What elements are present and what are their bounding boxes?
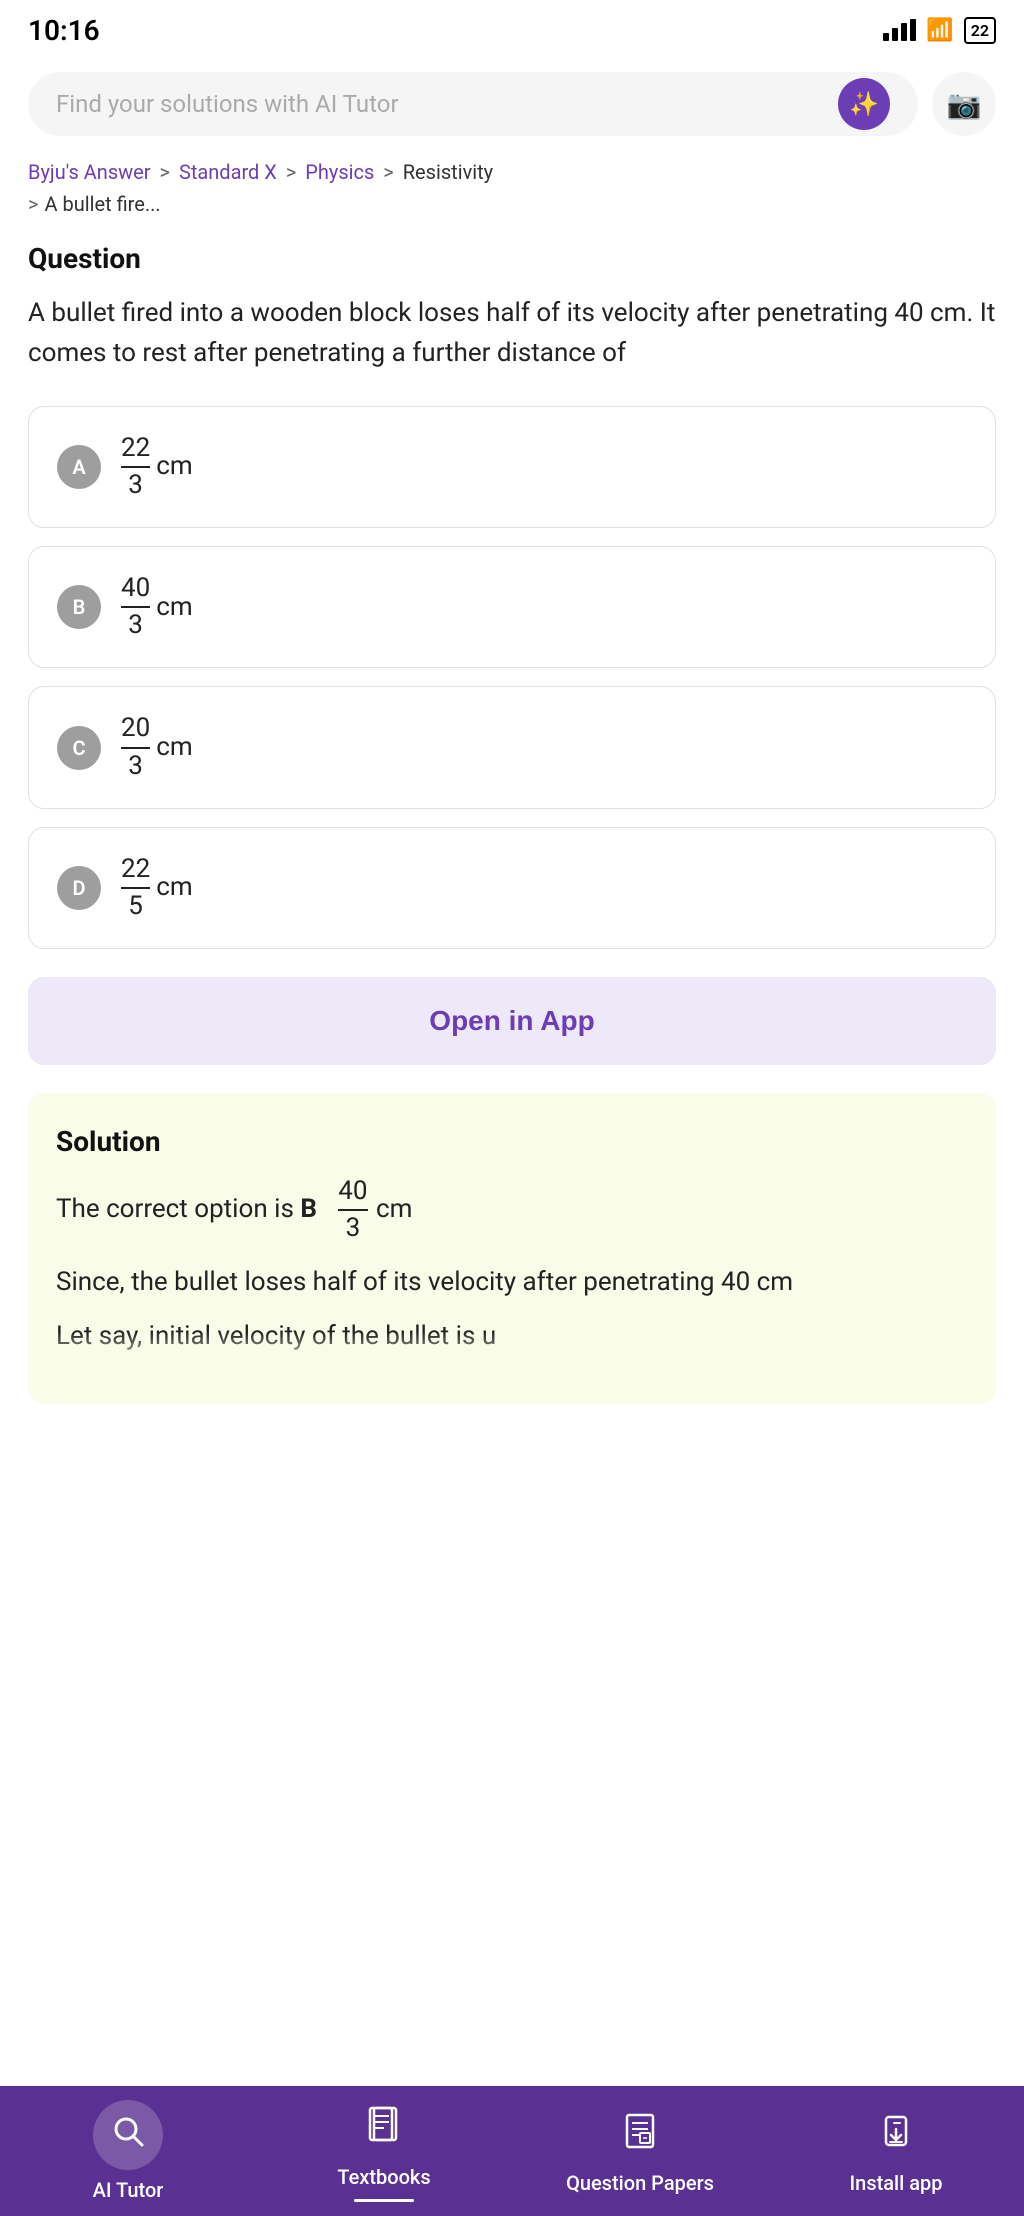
option-d-text: 22 5 cm: [121, 854, 193, 922]
search-placeholder: Find your solutions with AI Tutor: [56, 90, 824, 118]
question-papers-icon: [622, 2113, 658, 2158]
option-a-numerator: 22: [121, 433, 150, 468]
nav-textbooks-label: Textbooks: [337, 2165, 430, 2189]
solution-text: The correct option is B 40 3 cm Since, t…: [56, 1176, 968, 1372]
breadcrumb-physics[interactable]: Physics: [305, 160, 374, 184]
solution-section: Solution The correct option is B 40 3 cm…: [28, 1093, 996, 1404]
camera-icon: 📷: [947, 88, 982, 121]
option-d-badge: D: [57, 866, 101, 910]
open-app-button[interactable]: Open in App: [28, 977, 996, 1065]
question-papers-icon-wrap: [612, 2107, 668, 2163]
solution-frac-den: 3: [346, 1211, 361, 1244]
breadcrumb-sep4: >: [28, 192, 38, 216]
open-app-container: Open in App: [0, 949, 1024, 1093]
ai-search-icon: ✨: [849, 90, 879, 118]
ai-tutor-icon: [111, 2114, 145, 2157]
option-c-text: 20 3 cm: [121, 713, 193, 781]
question-section: Question A bullet fired into a wooden bl…: [0, 232, 1024, 374]
option-d-denominator: 5: [128, 889, 143, 922]
solution-line3: Let say, initial velocity of the bullet …: [56, 1316, 968, 1358]
breadcrumb-bullet[interactable]: A bullet fire...: [44, 192, 160, 216]
textbooks-underline: [354, 2199, 414, 2202]
nav-install-app[interactable]: Install app: [768, 2107, 1024, 2195]
option-d-numerator: 22: [121, 854, 150, 889]
option-c-fraction: 20 3: [121, 713, 150, 781]
wifi-icon: 📶: [926, 18, 953, 43]
breadcrumb-standard[interactable]: Standard X: [179, 160, 277, 184]
camera-button[interactable]: 📷: [932, 72, 996, 136]
install-app-icon: [878, 2113, 914, 2158]
solution-line2: Since, the bullet loses half of its velo…: [56, 1262, 968, 1304]
solution-label: Solution: [56, 1125, 968, 1158]
status-time: 10:16: [28, 14, 100, 47]
option-b-text: 40 3 cm: [121, 573, 193, 641]
breadcrumb-sep3: >: [383, 160, 393, 184]
option-a-fraction: 22 3: [121, 433, 150, 501]
install-app-icon-wrap: [868, 2107, 924, 2163]
nav-question-papers-label: Question Papers: [566, 2171, 714, 2195]
solution-correct-line: The correct option is B 40 3 cm: [56, 1176, 968, 1244]
open-app-label: Open in App: [429, 1005, 594, 1036]
option-a-denominator: 3: [128, 468, 143, 501]
option-c-denominator: 3: [128, 749, 143, 782]
option-c-numerator: 20: [121, 713, 150, 748]
option-b-badge: B: [57, 585, 101, 629]
option-d[interactable]: D 22 5 cm: [28, 827, 996, 949]
textbooks-icon: [366, 2106, 402, 2151]
option-c[interactable]: C 20 3 cm: [28, 686, 996, 808]
option-b-denominator: 3: [128, 608, 143, 641]
options-container: A 22 3 cm B 40 3 cm C: [0, 406, 1024, 950]
status-bar: 10:16 📶 22: [0, 0, 1024, 56]
solution-option-b: B: [300, 1194, 317, 1224]
breadcrumb: Byju's Answer > Standard X > Physics > R…: [0, 152, 1024, 192]
breadcrumb-sep1: >: [160, 160, 170, 184]
option-d-fraction: 22 5: [121, 854, 150, 922]
solution-fraction: 40 3: [338, 1176, 367, 1244]
status-icons: 📶 22: [883, 17, 996, 44]
nav-install-app-label: Install app: [850, 2171, 943, 2195]
ai-search-button[interactable]: ✨: [838, 78, 890, 130]
nav-ai-tutor-label: AI Tutor: [93, 2178, 164, 2202]
battery-icon: 22: [964, 17, 996, 44]
breadcrumb-resistivity[interactable]: Resistivity: [403, 160, 493, 184]
ai-tutor-icon-wrap: [93, 2100, 163, 2170]
option-a-badge: A: [57, 445, 101, 489]
solution-frac-num: 40: [338, 1176, 367, 1211]
signal-icon: [883, 19, 916, 41]
option-c-badge: C: [57, 726, 101, 770]
search-container: Find your solutions with AI Tutor ✨ 📷: [0, 56, 1024, 152]
solution-explanation: Since, the bullet loses half of its velo…: [56, 1262, 968, 1372]
breadcrumb-byjus[interactable]: Byju's Answer: [28, 160, 151, 184]
solution-unit: cm: [376, 1194, 412, 1224]
option-a[interactable]: A 22 3 cm: [28, 406, 996, 528]
textbooks-icon-wrap: [356, 2101, 412, 2157]
breadcrumb-sep2: >: [286, 160, 296, 184]
nav-ai-tutor[interactable]: AI Tutor: [0, 2100, 256, 2202]
search-bar[interactable]: Find your solutions with AI Tutor ✨: [28, 72, 918, 136]
option-a-text: 22 3 cm: [121, 433, 193, 501]
breadcrumb-line2: > A bullet fire...: [0, 192, 1024, 232]
option-b-numerator: 40: [121, 573, 150, 608]
option-b[interactable]: B 40 3 cm: [28, 546, 996, 668]
nav-question-papers[interactable]: Question Papers: [512, 2107, 768, 2195]
question-label: Question: [28, 242, 996, 275]
option-b-fraction: 40 3: [121, 573, 150, 641]
solution-line1: The correct option is: [56, 1194, 300, 1224]
nav-textbooks[interactable]: Textbooks: [256, 2101, 512, 2202]
question-text: A bullet fired into a wooden block loses…: [28, 293, 996, 374]
bottom-nav: AI Tutor Textbooks: [0, 2086, 1024, 2216]
